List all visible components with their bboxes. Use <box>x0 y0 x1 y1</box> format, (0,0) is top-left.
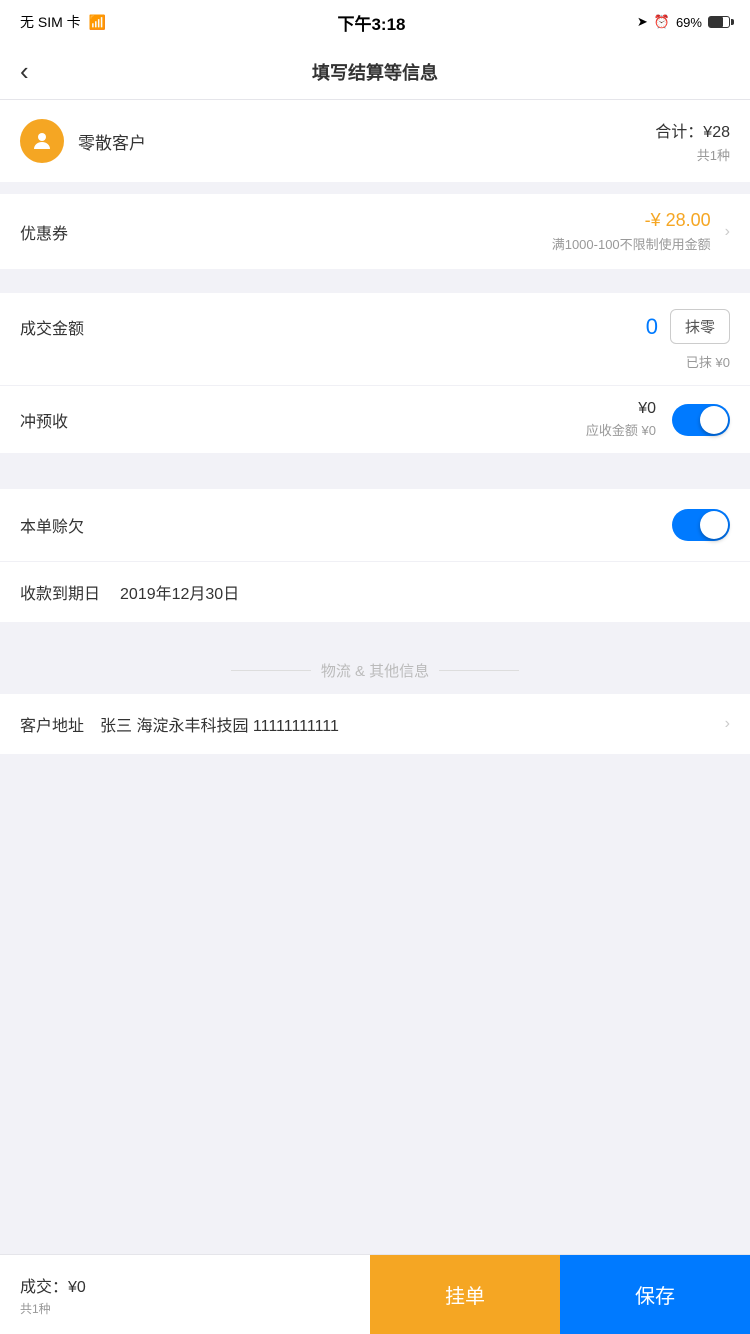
transaction-section: 成交金额 0 抹零 已抹 ¥0 <box>0 293 750 385</box>
wifi-icon: 📶 <box>89 14 106 31</box>
battery-icon <box>708 16 730 28</box>
hang-button[interactable]: 挂单 <box>370 1255 560 1334</box>
prepay-row: 冲预收 ¥0 应收金额 ¥0 <box>0 385 750 453</box>
toggle-knob-prepay <box>700 406 728 434</box>
divider-3 <box>0 634 750 646</box>
coupon-right: -¥ 28.00 满1000-100不限制使用金额 › <box>552 210 730 253</box>
due-date-row: 收款到期日 2019年12月30日 <box>0 561 750 622</box>
debt-label: 本单赊欠 <box>20 513 84 537</box>
transaction-value-area: 0 抹零 <box>646 309 730 344</box>
bottom-summary: 成交：¥0 共1种 <box>0 1255 370 1334</box>
back-button[interactable]: ‹ <box>20 56 29 87</box>
coupon-row[interactable]: 优惠券 -¥ 28.00 满1000-100不限制使用金额 › <box>0 194 750 269</box>
location-icon: ➤ <box>637 14 648 30</box>
transaction-value[interactable]: 0 <box>646 314 658 340</box>
coupon-label: 优惠券 <box>20 220 68 244</box>
content: 零散客户 合计：¥28 共1种 优惠券 -¥ 28.00 满1000-100不限… <box>0 100 750 1056</box>
customer-row: 零散客户 合计：¥28 共1种 <box>0 100 750 182</box>
transaction-sub: 已抹 ¥0 <box>0 352 750 385</box>
transaction-label: 成交金额 <box>20 315 84 339</box>
address-value: 张三 海淀永丰科技园 11111111111 <box>100 712 725 736</box>
status-bar: 无 SIM 卡 📶 下午3:18 ➤ ⏰ 69% <box>0 0 750 44</box>
round-zero-button[interactable]: 抹零 <box>670 309 730 344</box>
due-date-label: 收款到期日 <box>20 580 100 604</box>
status-right: ➤ ⏰ 69% <box>637 14 730 30</box>
empty-area <box>0 766 750 966</box>
coupon-section: 优惠券 -¥ 28.00 满1000-100不限制使用金额 › <box>0 194 750 269</box>
bottom-count: 共1种 <box>20 1300 350 1317</box>
address-row[interactable]: 客户地址 张三 海淀永丰科技园 11111111111 › <box>0 694 750 754</box>
due-date-value: 2019年12月30日 <box>120 580 239 604</box>
debt-toggle[interactable] <box>672 509 730 541</box>
status-time: 下午3:18 <box>337 10 405 35</box>
status-left: 无 SIM 卡 📶 <box>20 12 106 32</box>
customer-count: 共1种 <box>655 145 730 164</box>
transaction-row: 成交金额 0 抹零 <box>0 293 750 352</box>
bottom-bar: 成交：¥0 共1种 挂单 保存 <box>0 1254 750 1334</box>
avatar <box>20 119 64 163</box>
nav-bar: ‹ 填写结算等信息 <box>0 44 750 100</box>
customer-section: 零散客户 合计：¥28 共1种 <box>0 100 750 182</box>
battery-text: 69% <box>676 15 702 30</box>
prepay-sub-value: 应收金额 ¥0 <box>586 420 656 439</box>
customer-total: 合计：¥28 <box>655 118 730 142</box>
logistics-divider: 物流 & 其他信息 <box>0 646 750 694</box>
bottom-trans-value: ¥0 <box>68 1279 86 1296</box>
no-sim-text: 无 SIM 卡 <box>20 12 81 32</box>
coupon-chevron-icon: › <box>725 223 730 241</box>
bottom-trans-label: 成交： <box>20 1279 68 1296</box>
divider-2 <box>0 465 750 477</box>
toggle-knob-debt <box>700 511 728 539</box>
save-button[interactable]: 保存 <box>560 1255 750 1334</box>
prepay-values: ¥0 应收金额 ¥0 <box>586 400 656 439</box>
customer-name: 零散客户 <box>78 129 146 154</box>
customer-left: 零散客户 <box>20 119 146 163</box>
address-label: 客户地址 <box>20 712 90 736</box>
address-section: 客户地址 张三 海淀永丰科技园 11111111111 › <box>0 694 750 754</box>
customer-right: 合计：¥28 共1种 <box>655 118 730 164</box>
bottom-trans: 成交：¥0 <box>20 1273 350 1297</box>
address-chevron-icon: › <box>725 715 730 733</box>
prepay-main-value: ¥0 <box>586 400 656 418</box>
debt-section: 本单赊欠 收款到期日 2019年12月30日 <box>0 489 750 622</box>
prepay-right: ¥0 应收金额 ¥0 <box>586 400 730 439</box>
alarm-icon: ⏰ <box>654 14 670 30</box>
page-title: 填写结算等信息 <box>312 59 438 85</box>
debt-row: 本单赊欠 <box>0 489 750 561</box>
prepay-toggle[interactable] <box>672 404 730 436</box>
coupon-amount: -¥ 28.00 <box>552 210 711 231</box>
coupon-desc: 满1000-100不限制使用金额 <box>552 234 711 253</box>
logistics-label: 物流 & 其他信息 <box>321 660 429 681</box>
prepay-label: 冲预收 <box>20 408 68 432</box>
coupon-value: -¥ 28.00 满1000-100不限制使用金额 <box>552 210 711 253</box>
prepay-section: 冲预收 ¥0 应收金额 ¥0 <box>0 385 750 453</box>
divider-1 <box>0 281 750 293</box>
